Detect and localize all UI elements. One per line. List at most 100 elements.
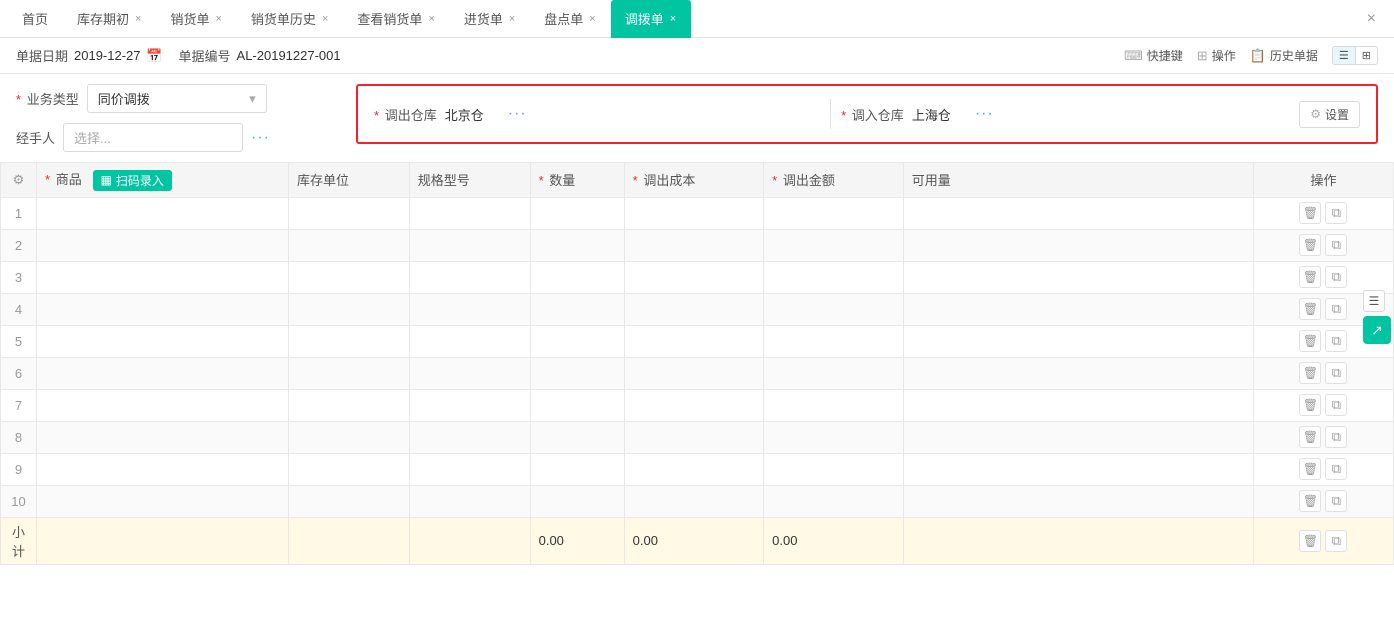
tab-close-sales-history[interactable]: × — [322, 13, 328, 25]
product-cell[interactable] — [37, 261, 289, 293]
delete-row-btn[interactable]: 🗑 — [1299, 426, 1321, 448]
copy-row-btn[interactable]: ⧉ — [1325, 202, 1347, 224]
qty-cell[interactable] — [530, 325, 624, 357]
transfer-cost-cell[interactable] — [624, 325, 764, 357]
tab-close-purchase-order[interactable]: × — [509, 13, 515, 25]
in-warehouse-section: * 调入仓库 上海仓 ··· — [841, 105, 1287, 124]
list-view-btn[interactable]: ☰ — [1333, 47, 1356, 64]
spec-cell — [409, 357, 530, 389]
scan-entry-btn[interactable]: ▦ 扫码录入 — [93, 170, 172, 191]
operations-btn[interactable]: ⊞ 操作 — [1197, 47, 1236, 64]
copy-row-btn[interactable]: ⧉ — [1325, 530, 1347, 552]
copy-row-btn[interactable]: ⧉ — [1325, 298, 1347, 320]
tab-transfer-order[interactable]: 调拨单 × — [611, 0, 691, 38]
handler-select[interactable]: 选择... — [63, 123, 243, 152]
calendar-icon[interactable]: 📅 — [147, 48, 163, 64]
product-cell[interactable] — [37, 485, 289, 517]
qty-cell[interactable] — [530, 453, 624, 485]
copy-row-btn[interactable]: ⧉ — [1325, 426, 1347, 448]
transfer-cost-cell[interactable] — [624, 389, 764, 421]
settings-button[interactable]: ⚙ 设置 — [1299, 101, 1360, 128]
delete-row-btn[interactable]: 🗑 — [1299, 530, 1321, 552]
transfer-amount-cell[interactable] — [764, 389, 904, 421]
transfer-cost-cell[interactable] — [624, 357, 764, 389]
transfer-amount-cell[interactable] — [764, 453, 904, 485]
table-settings-icon[interactable]: ⚙ — [13, 172, 25, 187]
delete-row-btn[interactable]: 🗑 — [1299, 458, 1321, 480]
product-cell[interactable] — [37, 389, 289, 421]
delete-row-btn[interactable]: 🗑 — [1299, 234, 1321, 256]
copy-row-btn[interactable]: ⧉ — [1325, 458, 1347, 480]
qty-cell[interactable] — [530, 357, 624, 389]
delete-row-btn[interactable]: 🗑 — [1299, 394, 1321, 416]
copy-row-btn[interactable]: ⧉ — [1325, 266, 1347, 288]
product-cell[interactable] — [37, 357, 289, 389]
delete-row-btn[interactable]: 🗑 — [1299, 362, 1321, 384]
out-warehouse-more-btn[interactable]: ··· — [508, 105, 527, 123]
window-close-button[interactable]: × — [1357, 10, 1386, 28]
delete-row-btn[interactable]: 🗑 — [1299, 330, 1321, 352]
row-number: 1 — [1, 197, 37, 229]
delete-row-btn[interactable]: 🗑 — [1299, 490, 1321, 512]
transfer-cost-cell[interactable] — [624, 453, 764, 485]
transfer-cost-cell[interactable] — [624, 197, 764, 229]
th-unit: 库存单位 — [288, 163, 409, 198]
delete-row-btn[interactable]: 🗑 — [1299, 266, 1321, 288]
tab-sales-history[interactable]: 销货单历史 × — [237, 0, 343, 38]
transfer-cost-cell[interactable] — [624, 261, 764, 293]
th-gear[interactable]: ⚙ — [1, 163, 37, 198]
product-cell[interactable] — [37, 421, 289, 453]
history-btn[interactable]: 📋 历史单据 — [1250, 47, 1318, 64]
copy-row-btn[interactable]: ⧉ — [1325, 234, 1347, 256]
transfer-amount-cell[interactable] — [764, 197, 904, 229]
business-type-select[interactable]: 同价调拨 ▾ — [87, 84, 267, 113]
transfer-amount-cell[interactable] — [764, 421, 904, 453]
sidebar-list-btn[interactable]: ☰ — [1363, 290, 1385, 312]
qty-cell[interactable] — [530, 229, 624, 261]
copy-row-btn[interactable]: ⧉ — [1325, 394, 1347, 416]
tab-close-transfer-order[interactable]: × — [670, 13, 676, 25]
tab-close-inventory-check[interactable]: × — [589, 13, 595, 25]
copy-row-btn[interactable]: ⧉ — [1325, 362, 1347, 384]
delete-row-btn[interactable]: 🗑 — [1299, 298, 1321, 320]
tab-sales-order[interactable]: 销货单 × — [156, 0, 236, 38]
transfer-cost-cell[interactable] — [624, 485, 764, 517]
qty-cell[interactable] — [530, 197, 624, 229]
qty-cell[interactable] — [530, 389, 624, 421]
transfer-amount-cell[interactable] — [764, 357, 904, 389]
tab-view-sales[interactable]: 查看销货单 × — [343, 0, 449, 38]
product-cell[interactable] — [37, 293, 289, 325]
product-cell[interactable] — [37, 453, 289, 485]
shortcuts-btn[interactable]: ⌨ 快捷键 — [1124, 47, 1183, 64]
delete-row-btn[interactable]: 🗑 — [1299, 202, 1321, 224]
product-cell[interactable] — [37, 325, 289, 357]
sidebar-export-btn[interactable]: ↗ — [1363, 316, 1391, 344]
tab-purchase-order[interactable]: 进货单 × — [450, 0, 530, 38]
transfer-cost-cell[interactable] — [624, 421, 764, 453]
grid-view-btn[interactable]: ⊞ — [1356, 47, 1377, 64]
tab-inventory-init[interactable]: 库存期初 × — [63, 0, 156, 38]
tab-close-sales-order[interactable]: × — [215, 13, 221, 25]
qty-cell[interactable] — [530, 485, 624, 517]
transfer-amount-cell[interactable] — [764, 293, 904, 325]
product-cell[interactable] — [37, 197, 289, 229]
transfer-amount-cell[interactable] — [764, 485, 904, 517]
qty-cell[interactable] — [530, 293, 624, 325]
qty-cell[interactable] — [530, 421, 624, 453]
tab-home[interactable]: 首页 — [8, 0, 63, 38]
transfer-amount-cell[interactable] — [764, 325, 904, 357]
in-warehouse-more-btn[interactable]: ··· — [975, 105, 994, 123]
tab-close-view-sales[interactable]: × — [428, 13, 434, 25]
transfer-cost-cell[interactable] — [624, 229, 764, 261]
product-cell[interactable] — [37, 517, 289, 564]
qty-cell[interactable] — [530, 261, 624, 293]
handler-more-btn[interactable]: ··· — [251, 129, 270, 147]
tab-inventory-check[interactable]: 盘点单 × — [530, 0, 610, 38]
transfer-amount-cell[interactable] — [764, 261, 904, 293]
copy-row-btn[interactable]: ⧉ — [1325, 330, 1347, 352]
transfer-cost-cell[interactable] — [624, 293, 764, 325]
copy-row-btn[interactable]: ⧉ — [1325, 490, 1347, 512]
tab-close-inventory-init[interactable]: × — [135, 13, 141, 25]
product-cell[interactable] — [37, 229, 289, 261]
transfer-amount-cell[interactable] — [764, 229, 904, 261]
